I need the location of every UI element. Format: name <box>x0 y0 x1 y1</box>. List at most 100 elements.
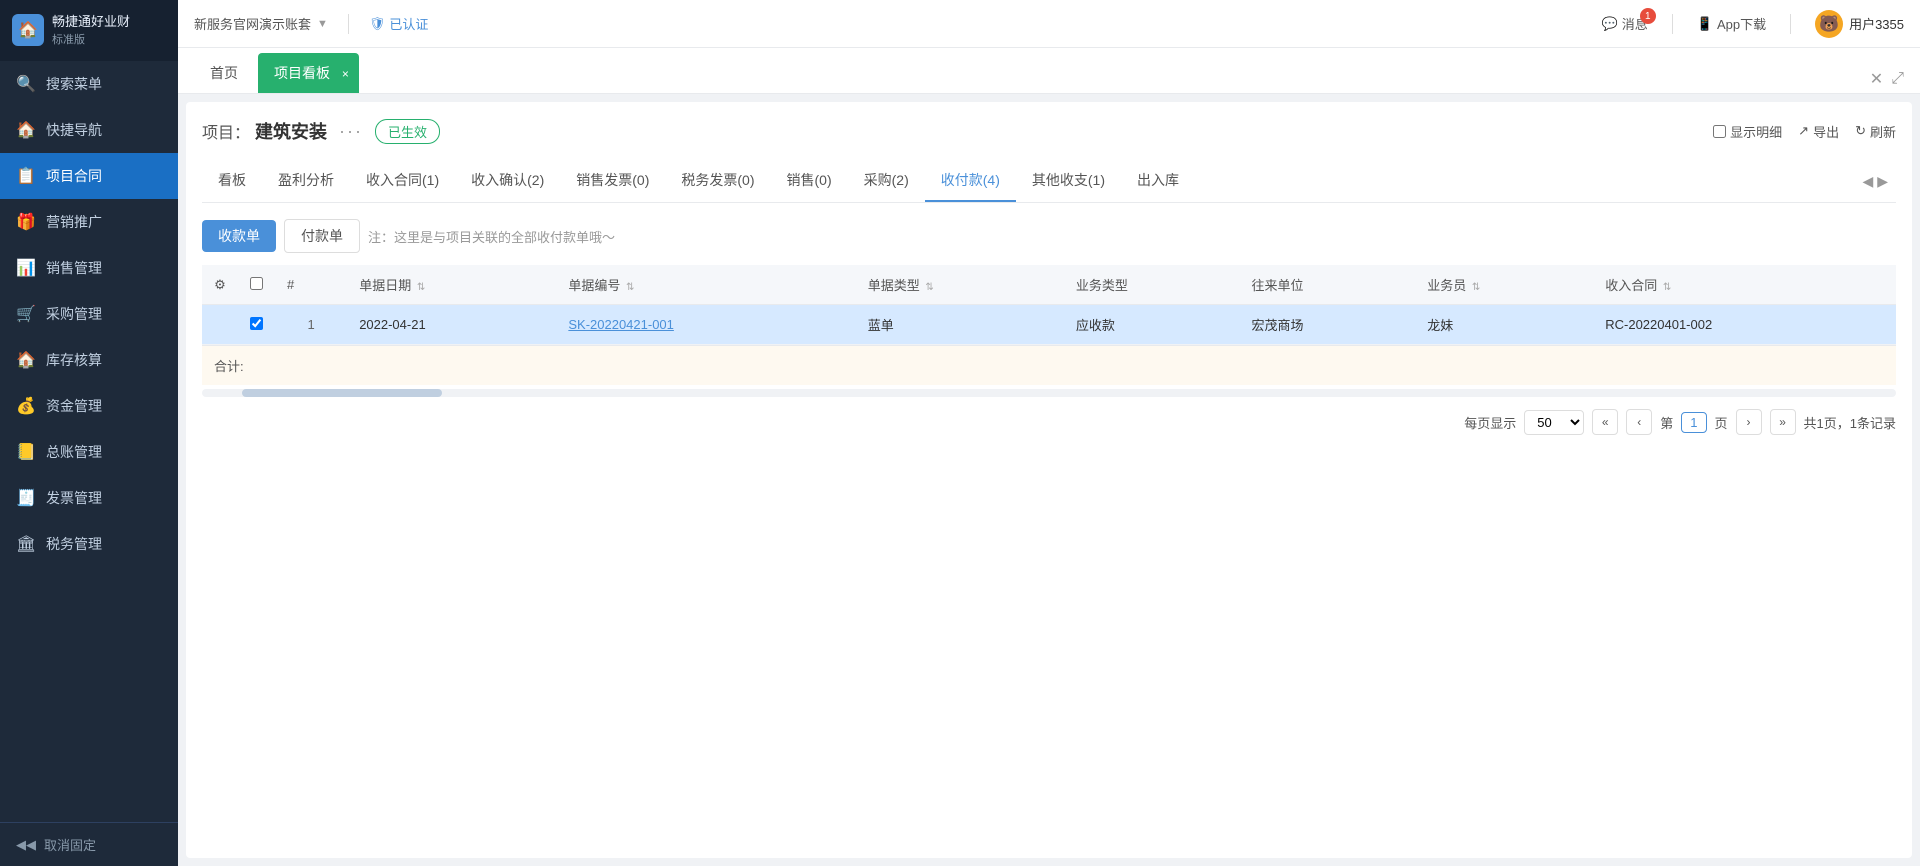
subtab-sales[interactable]: 销售(0) <box>771 160 848 202</box>
td-settings-0 <box>202 305 238 345</box>
subtab-profit[interactable]: 盈利分析 <box>262 160 350 202</box>
user-avatar: 🐻 <box>1815 10 1843 38</box>
show-detail-label: 显示明细 <box>1730 122 1782 141</box>
cert-shield-icon: 🛡 <box>369 16 386 32</box>
last-page-button[interactable]: » <box>1770 409 1796 435</box>
th-income-contract[interactable]: 收入合同 ⇅ <box>1593 265 1896 305</box>
subtab-receipt[interactable]: 收付款(4) <box>925 160 1016 202</box>
tab-project-board-label: 项目看板 <box>274 65 330 81</box>
td-salesperson-0: 龙妹 <box>1415 305 1593 345</box>
subtab-income-confirm[interactable]: 收入确认(2) <box>455 160 560 202</box>
topbar-right: 💬 消息 1 📱 App下载 🐻 用户3355 <box>1602 10 1904 38</box>
project-more-icon[interactable]: ··· <box>339 121 363 142</box>
account-label: 新服务官网演示账套 <box>194 14 311 33</box>
account-dropdown-icon: ▼ <box>317 18 328 30</box>
sidebar-item-projectcontract[interactable]: 📋 项目合同 <box>0 153 178 199</box>
sidebar: 🏠 畅捷通好业财 标准版 🔍 搜索菜单 🏠 快捷导航 📋 项目合同 🎁 营销推广… <box>0 0 178 866</box>
select-all-checkbox[interactable] <box>250 277 263 290</box>
topbar-account[interactable]: 新服务官网演示账套 ▼ <box>194 14 328 33</box>
sidebar-item-marketing[interactable]: 🎁 营销推广 <box>0 199 178 245</box>
payment-bill-tab[interactable]: 付款单 <box>284 219 360 253</box>
td-income-contract-0: RC-20220401-002 <box>1593 305 1896 345</box>
sidebar-item-sales[interactable]: 📊 销售管理 <box>0 245 178 291</box>
td-checkbox-0[interactable] <box>238 305 275 345</box>
subtab-tax-invoice[interactable]: 税务发票(0) <box>665 160 770 202</box>
show-detail-checkbox[interactable]: 显示明细 <box>1713 122 1782 141</box>
app-subtitle: 标准版 <box>52 31 130 47</box>
cancel-fixed-label: 取消固定 <box>44 835 96 854</box>
topbar-divider1 <box>348 14 349 34</box>
show-detail-input[interactable] <box>1713 125 1726 138</box>
sidebar-item-tax[interactable]: 🏛 税务管理 <box>0 521 178 567</box>
subtab-income-contract[interactable]: 收入合同(1) <box>350 160 455 202</box>
sidebar-item-invoice[interactable]: 🧾 发票管理 <box>0 475 178 521</box>
app-label: App下载 <box>1717 14 1766 33</box>
receipt-table: ⚙ # 单据日期 ⇅ 单据编号 ⇅ 单据类型 ⇅ 业务类型 往来单位 业务员 ⇅… <box>202 265 1896 345</box>
row-checkbox-0[interactable] <box>250 317 263 330</box>
sidebar-item-quicknav[interactable]: 🏠 快捷导航 <box>0 107 178 153</box>
sidebar-cancel-fixed[interactable]: ◀◀ 取消固定 <box>0 822 178 866</box>
subtab-kanban[interactable]: 看板 <box>202 160 262 202</box>
receipt-note: 注：这里是与项目关联的全部收付款单哦～ <box>368 227 615 246</box>
table-wrapper: ⚙ # 单据日期 ⇅ 单据编号 ⇅ 单据类型 ⇅ 业务类型 往来单位 业务员 ⇅… <box>202 265 1896 345</box>
sidebar-label-inventory: 库存核算 <box>46 350 102 370</box>
table-scrollbar-thumb[interactable] <box>242 389 442 397</box>
sidebar-icon-invoice: 🧾 <box>16 488 36 508</box>
tab-close-icon[interactable]: × <box>342 67 349 81</box>
sidebar-item-inventory[interactable]: 🏠 库存核算 <box>0 337 178 383</box>
topbar-user[interactable]: 🐻 用户3355 <box>1815 10 1904 38</box>
sidebar-label-finance: 资金管理 <box>46 396 102 416</box>
subtab-sales-invoice[interactable]: 销售发票(0) <box>560 160 665 202</box>
first-page-button[interactable]: « <box>1592 409 1618 435</box>
subtab-next-icon[interactable]: ▶ <box>1877 173 1888 190</box>
td-code-0[interactable]: SK-20220421-001 <box>556 305 855 345</box>
sidebar-item-ledger[interactable]: 📒 总账管理 <box>0 429 178 475</box>
th-salesperson[interactable]: 业务员 ⇅ <box>1415 265 1593 305</box>
topbar-divider3 <box>1790 14 1791 34</box>
refresh-label: 刷新 <box>1870 122 1896 141</box>
sidebar-icon-finance: 💰 <box>16 396 36 416</box>
sidebar-scroll: 🔍 搜索菜单 🏠 快捷导航 📋 项目合同 🎁 营销推广 📊 销售管理 🛒 采购管… <box>0 61 178 822</box>
tab-close-button[interactable]: ✕ <box>1870 69 1883 89</box>
subtab-prev-icon[interactable]: ◀ <box>1862 173 1873 190</box>
sidebar-label-projectcontract: 项目合同 <box>46 166 102 186</box>
subtab-purchase[interactable]: 采购(2) <box>848 160 925 202</box>
table-scrollbar[interactable] <box>202 389 1896 397</box>
sidebar-icon-quicknav: 🏠 <box>16 120 36 140</box>
subtab-other-expense[interactable]: 其他收支(1) <box>1016 160 1121 202</box>
refresh-button[interactable]: ↻ 刷新 <box>1855 122 1896 141</box>
topbar: 新服务官网演示账套 ▼ 🛡 已认证 💬 消息 1 📱 App下载 🐻 用户335… <box>178 0 1920 48</box>
tab-maximize-button[interactable]: ⤢ <box>1891 70 1904 88</box>
topbar-cert: 🛡 已认证 <box>369 14 429 33</box>
th-date[interactable]: 单据日期 ⇅ <box>347 265 556 305</box>
sidebar-item-purchase[interactable]: 🛒 采购管理 <box>0 291 178 337</box>
sidebar-item-finance[interactable]: 💰 资金管理 <box>0 383 178 429</box>
td-partner-0: 宏茂商场 <box>1240 305 1416 345</box>
sidebar-icon-search: 🔍 <box>16 74 36 94</box>
th-type[interactable]: 单据类型 ⇅ <box>856 265 1064 305</box>
subtab-inout[interactable]: 出入库 <box>1121 160 1195 202</box>
topbar-divider2 <box>1672 14 1673 34</box>
total-label: 合计: <box>214 359 244 374</box>
sidebar-label-invoice: 发票管理 <box>46 488 102 508</box>
td-type-0: 蓝单 <box>856 305 1064 345</box>
per-page-select[interactable]: 50 100 200 <box>1524 410 1584 435</box>
topbar-app-download[interactable]: 📱 App下载 <box>1697 14 1766 33</box>
receipt-tab-group: 收款单 付款单 注：这里是与项目关联的全部收付款单哦～ <box>202 219 1896 253</box>
table-row[interactable]: 1 2022-04-21 SK-20220421-001 蓝单 应收款 宏茂商场… <box>202 305 1896 345</box>
sidebar-item-search[interactable]: 🔍 搜索菜单 <box>0 61 178 107</box>
th-partner: 往来单位 <box>1240 265 1416 305</box>
th-code[interactable]: 单据编号 ⇅ <box>556 265 855 305</box>
topbar-message[interactable]: 💬 消息 1 <box>1602 14 1648 33</box>
export-label: 导出 <box>1813 122 1839 141</box>
next-page-button[interactable]: › <box>1736 409 1762 435</box>
tab-project-board[interactable]: 项目看板 × <box>258 53 359 93</box>
app-logo-icon: 🏠 <box>12 14 44 46</box>
receipt-bill-tab[interactable]: 收款单 <box>202 220 276 252</box>
export-button[interactable]: ↗ 导出 <box>1798 122 1839 141</box>
tab-home[interactable]: 首页 <box>194 53 254 93</box>
per-page-label: 每页显示 <box>1464 413 1516 432</box>
prev-page-button[interactable]: ‹ <box>1626 409 1652 435</box>
page-prefix: 第 <box>1660 413 1673 432</box>
th-settings[interactable]: ⚙ <box>202 265 238 305</box>
